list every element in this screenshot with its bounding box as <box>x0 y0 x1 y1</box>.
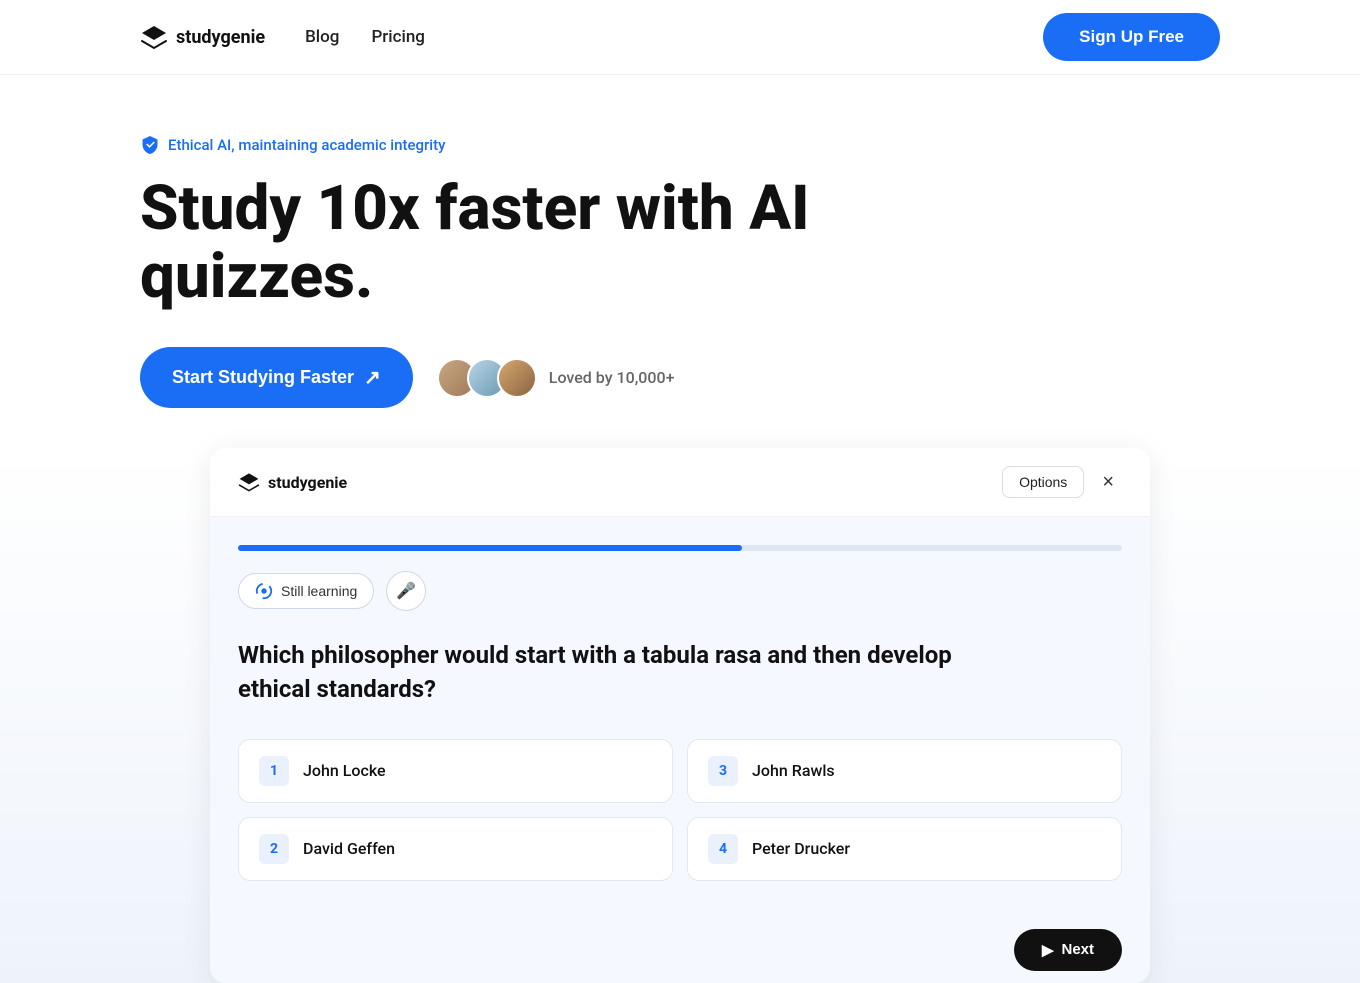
card-header: studygenie Options × <box>210 448 1150 517</box>
progress-bar-track <box>238 545 1122 551</box>
answer-text-3: John Rawls <box>752 761 835 780</box>
question-text: Which philosopher would start with a tab… <box>238 639 1018 706</box>
card-body: Still learning 🎤 Which philosopher would… <box>210 517 1150 916</box>
next-button[interactable]: ▶ Next <box>1014 929 1122 971</box>
close-button[interactable]: × <box>1094 467 1122 498</box>
still-learning-icon <box>255 582 273 600</box>
hero-title: Study 10x faster with AI quizzes. <box>140 175 1000 311</box>
card-logo-icon <box>238 471 260 493</box>
hero-section: Ethical AI, maintaining academic integri… <box>0 75 1360 408</box>
navbar: studygenie Blog Pricing Sign Up Free <box>0 0 1360 75</box>
answer-num-1: 1 <box>259 756 289 786</box>
card-controls: Still learning 🎤 <box>238 571 1122 611</box>
nav-logo-text: studygenie <box>176 27 265 48</box>
nav-link-blog[interactable]: Blog <box>305 27 339 47</box>
mic-button[interactable]: 🎤 <box>386 571 426 611</box>
answer-item-4[interactable]: 4 Peter Drucker <box>687 817 1122 881</box>
card-header-actions: Options × <box>1002 466 1122 498</box>
study-card: studygenie Options × Still learning <box>210 448 1150 982</box>
card-footer: ▶ Next <box>210 917 1150 983</box>
avatar <box>497 358 537 398</box>
mic-icon: 🎤 <box>396 581 416 601</box>
hero-badge-text: Ethical AI, maintaining academic integri… <box>168 136 445 154</box>
progress-bar-fill <box>238 545 742 551</box>
answers-grid: 1 John Locke 3 John Rawls 2 David Geffen… <box>238 739 1122 881</box>
card-logo-text: studygenie <box>268 473 347 492</box>
answer-item-1[interactable]: 1 John Locke <box>238 739 673 803</box>
still-learning-button[interactable]: Still learning <box>238 573 374 609</box>
next-label: Next <box>1061 941 1094 958</box>
social-proof: Loved by 10,000+ <box>437 358 675 398</box>
avatar-group <box>437 358 537 398</box>
next-arrow-icon: ▶ <box>1042 941 1054 959</box>
nav-links: Blog Pricing <box>305 27 425 47</box>
answer-item-2[interactable]: 2 David Geffen <box>238 817 673 881</box>
answer-num-2: 2 <box>259 834 289 864</box>
answer-num-4: 4 <box>708 834 738 864</box>
answer-num-3: 3 <box>708 756 738 786</box>
card-wrapper: studygenie Options × Still learning <box>0 448 1360 982</box>
hero-cta-label: Start Studying Faster <box>172 367 354 388</box>
answer-item-3[interactable]: 3 John Rawls <box>687 739 1122 803</box>
nav-link-pricing[interactable]: Pricing <box>371 27 425 47</box>
logo-icon <box>140 23 168 51</box>
answer-text-4: Peter Drucker <box>752 839 850 858</box>
hero-cta-button[interactable]: Start Studying Faster ↗ <box>140 347 413 408</box>
hero-actions: Start Studying Faster ↗ Loved by 10,000+ <box>140 347 1220 408</box>
arrow-icon: ↗ <box>364 365 381 390</box>
still-learning-label: Still learning <box>281 583 357 599</box>
answer-text-1: John Locke <box>303 761 386 780</box>
signup-button[interactable]: Sign Up Free <box>1043 13 1220 61</box>
shield-icon <box>140 135 160 155</box>
hero-badge: Ethical AI, maintaining academic integri… <box>140 135 1220 155</box>
answer-text-2: David Geffen <box>303 839 395 858</box>
options-button[interactable]: Options <box>1002 466 1084 498</box>
card-logo: studygenie <box>238 471 347 493</box>
social-proof-text: Loved by 10,000+ <box>549 368 675 387</box>
nav-logo[interactable]: studygenie <box>140 23 265 51</box>
